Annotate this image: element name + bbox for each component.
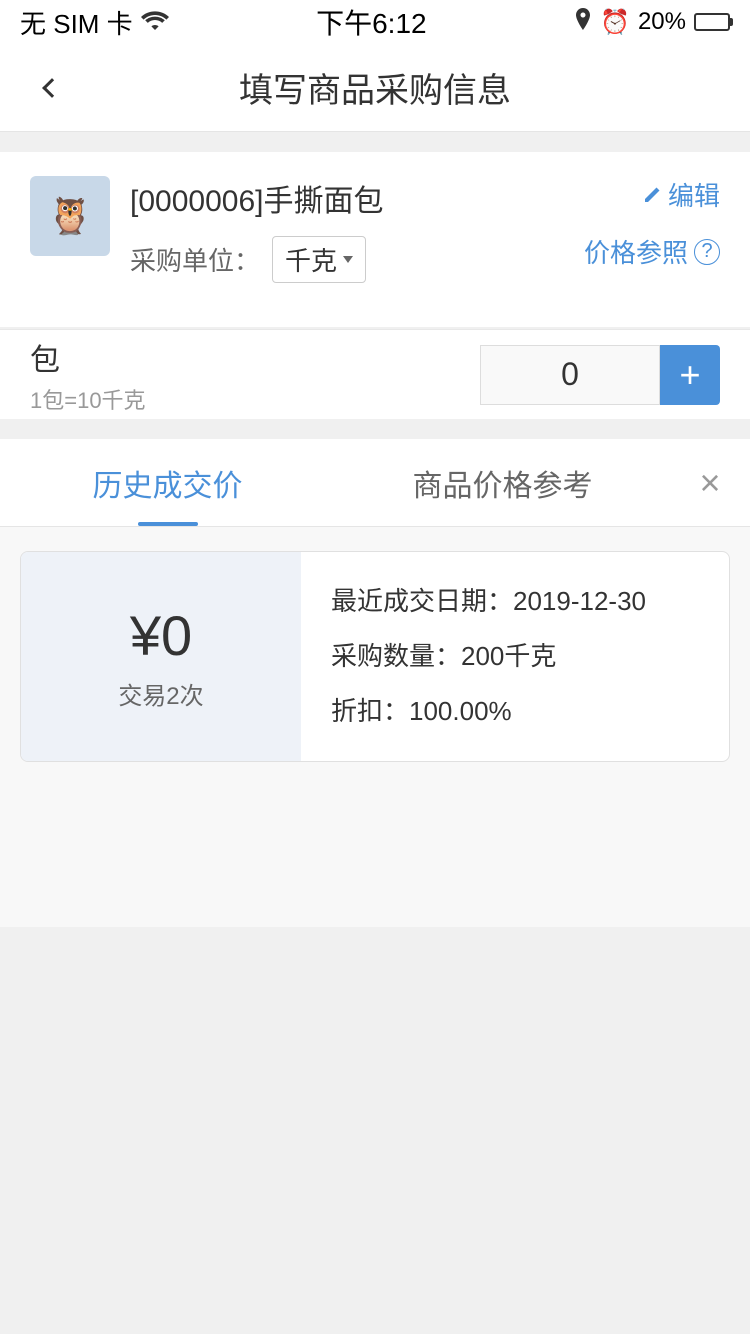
product-name: [0000006]手撕面包 — [130, 176, 383, 220]
price-card-right: 最近成交日期：2019-12-30 采购数量：200千克 折扣：100.00% — [301, 552, 729, 761]
quantity-unit-label: 包 — [30, 335, 146, 379]
tab-history-label: 历史成交价 — [93, 461, 243, 505]
price-card: ¥0 交易2次 最近成交日期：2019-12-30 采购数量：200千克 折扣：… — [20, 551, 730, 762]
status-right: ⏰ 20% — [574, 8, 730, 37]
price-amount: ¥0 — [130, 603, 192, 668]
quantity-input-group: 0 + — [480, 345, 720, 405]
status-left: 无 SIM 卡 — [20, 4, 169, 41]
nav-bar: 填写商品采购信息 — [0, 44, 750, 132]
price-ref-label: 价格参照 — [584, 233, 688, 270]
thumbnail-owl-icon: 🦉 — [48, 195, 93, 237]
price-recent-date: 最近成交日期：2019-12-30 — [331, 582, 699, 621]
product-left: 🦉 [0000006]手撕面包 采购单位： 千克 — [30, 176, 383, 283]
back-arrow-icon — [42, 78, 62, 98]
product-area: 🦉 [0000006]手撕面包 采购单位： 千克 编辑 — [0, 152, 750, 327]
product-header: 🦉 [0000006]手撕面包 采购单位： 千克 编辑 — [30, 176, 720, 283]
product-unit-row: 采购单位： 千克 — [130, 236, 383, 283]
tab-close-button[interactable]: × — [670, 439, 750, 527]
price-currency: ¥ — [130, 604, 161, 667]
tab-product-price-ref[interactable]: 商品价格参考 — [335, 439, 670, 526]
content-area: ¥0 交易2次 最近成交日期：2019-12-30 采购数量：200千克 折扣：… — [0, 527, 750, 927]
alarm-icon: ⏰ — [600, 8, 630, 37]
status-time: 下午6:12 — [316, 2, 427, 42]
quantity-value: 0 — [561, 356, 579, 393]
battery-percent: 20% — [638, 8, 686, 36]
quantity-input[interactable]: 0 — [480, 345, 660, 405]
quantity-plus-button[interactable]: + — [660, 345, 720, 405]
back-button[interactable] — [30, 66, 74, 110]
product-info: [0000006]手撕面包 采购单位： 千克 — [130, 176, 383, 283]
page-title: 填写商品采购信息 — [239, 63, 511, 112]
edit-icon — [642, 185, 662, 205]
quantity-label-group: 包 1包=10千克 — [30, 335, 146, 415]
quantity-row: 包 1包=10千克 0 + — [0, 329, 750, 419]
unit-label: 采购单位： — [130, 241, 260, 278]
tab-active-underline — [138, 522, 198, 526]
price-ref-button[interactable]: 价格参照 ? — [584, 233, 720, 270]
location-icon — [574, 8, 592, 37]
price-card-left: ¥0 交易2次 — [21, 552, 301, 761]
price-value: 0 — [161, 604, 192, 667]
price-discount: 折扣：100.00% — [331, 692, 699, 731]
section-divider — [0, 419, 750, 439]
price-trade-count: 交易2次 — [118, 676, 203, 711]
plus-icon: + — [679, 354, 700, 396]
price-purchase-qty: 采购数量：200千克 — [331, 637, 699, 676]
edit-label: 编辑 — [668, 176, 720, 213]
unit-selector[interactable]: 千克 — [272, 236, 366, 283]
product-thumbnail: 🦉 — [30, 176, 110, 256]
unit-value: 千克 — [285, 241, 337, 278]
close-icon: × — [699, 462, 720, 504]
quantity-conversion: 1包=10千克 — [30, 383, 146, 415]
tab-product-price-label: 商品价格参考 — [413, 461, 593, 505]
tab-bar: 历史成交价 商品价格参考 × — [0, 439, 750, 527]
tab-history-price[interactable]: 历史成交价 — [0, 439, 335, 526]
carrier-text: 无 SIM 卡 — [20, 4, 133, 41]
question-icon: ? — [694, 239, 720, 265]
status-bar: 无 SIM 卡 下午6:12 ⏰ 20% — [0, 0, 750, 44]
edit-button[interactable]: 编辑 — [642, 176, 720, 213]
battery-icon — [694, 13, 730, 31]
unit-dropdown-arrow-icon — [343, 256, 353, 263]
wifi-icon — [141, 7, 169, 38]
